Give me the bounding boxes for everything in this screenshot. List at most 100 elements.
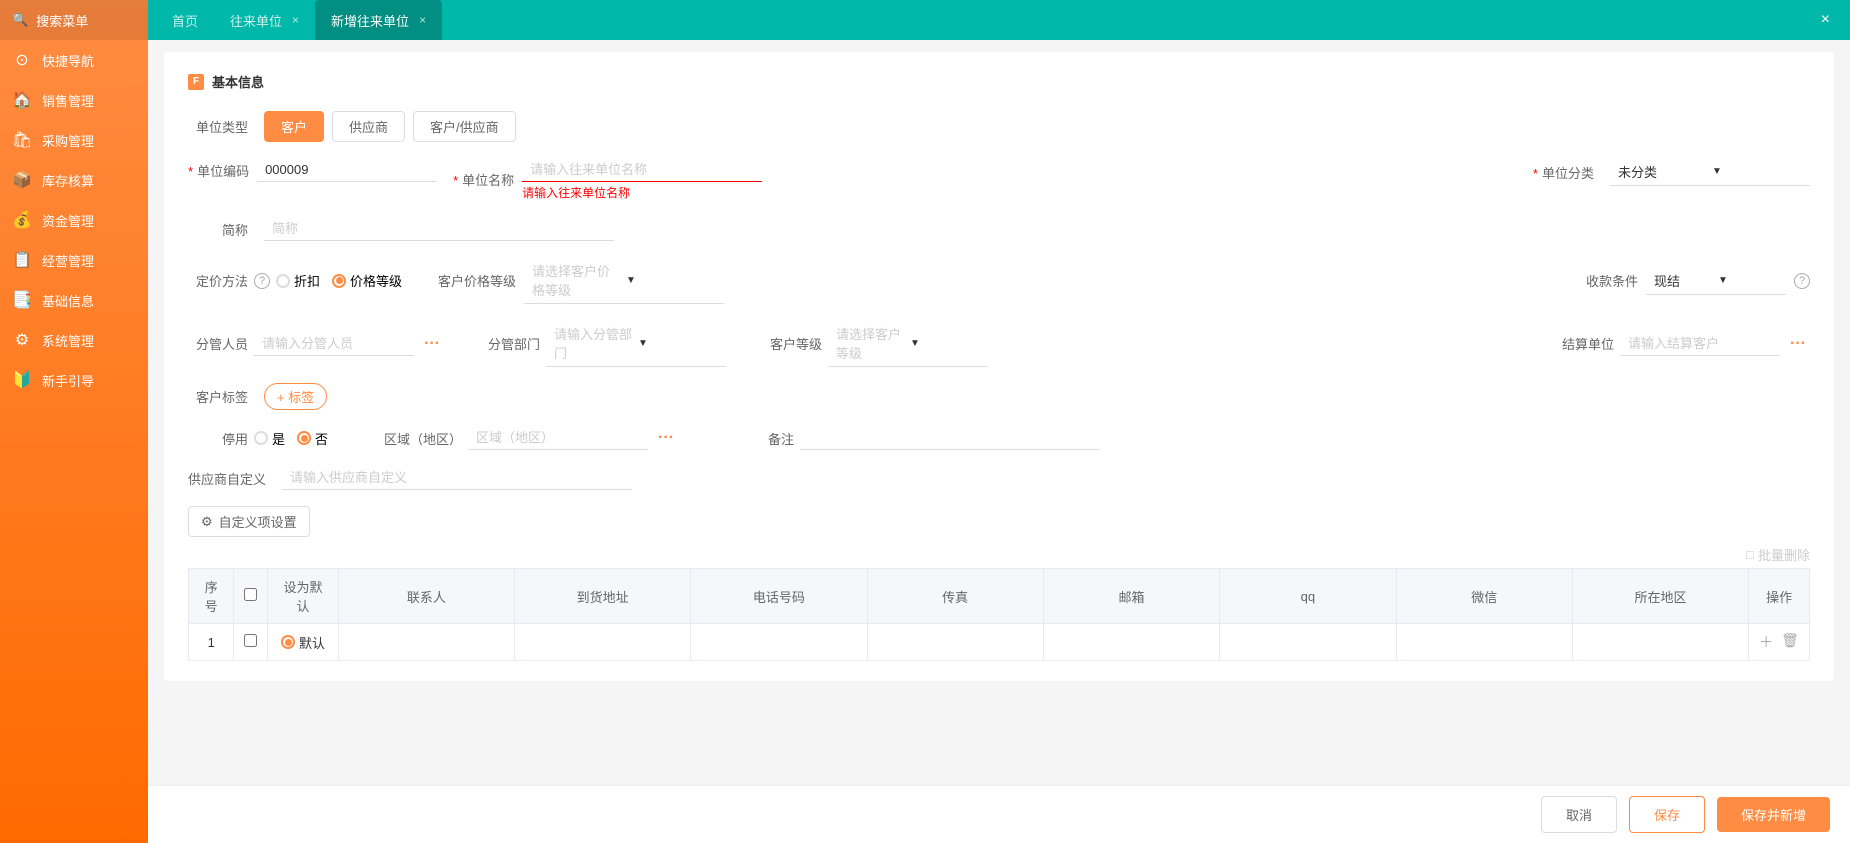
type-btn-customer[interactable]: 客户	[264, 111, 324, 142]
finance-icon: 💰	[12, 210, 32, 230]
sidebar-item-finance[interactable]: 💰 资金管理	[0, 200, 148, 240]
wechat-input[interactable]	[1407, 635, 1562, 650]
sidebar-item-sales[interactable]: 🏠 销售管理	[0, 80, 148, 120]
sidebar-item-inventory[interactable]: 📦 库存核算	[0, 160, 148, 200]
payment-help-icon[interactable]: ?	[1794, 273, 1810, 289]
tab-bar: 首页 往来单位 × 新增往来单位 × ×	[148, 0, 1850, 40]
customer-price-label: 客户价格等级	[438, 271, 516, 290]
unit-type-row: 单位类型 客户 供应商 客户/供应商	[188, 111, 1810, 142]
cell-fax[interactable]	[867, 624, 1043, 661]
customer-price-select[interactable]: 请选择客户价格等级 ▼	[524, 257, 724, 304]
cell-address[interactable]	[514, 624, 690, 661]
select-all-checkbox[interactable]	[244, 588, 257, 601]
save-button[interactable]: 保存	[1629, 796, 1705, 833]
tag-row: 客户标签 + 标签	[188, 383, 1810, 410]
customer-price-placeholder: 请选择客户价格等级	[532, 261, 622, 299]
category-label: 单位分类	[1533, 163, 1594, 182]
sidebar-search[interactable]: 🔍 搜索菜单	[0, 0, 148, 40]
pricing-help-icon[interactable]: ?	[254, 273, 270, 289]
email-input[interactable]	[1054, 635, 1209, 650]
sidebar-item-label: 库存核算	[42, 171, 94, 190]
row-region-input[interactable]	[1583, 635, 1738, 650]
price-level-label: 价格等级	[350, 271, 402, 290]
window-close-button[interactable]: ×	[1809, 11, 1842, 29]
cancel-button[interactable]: 取消	[1541, 796, 1617, 833]
col-checkbox[interactable]	[234, 569, 268, 624]
code-label: 单位编码	[188, 161, 249, 180]
sidebar-item-system[interactable]: ⚙ 系统管理	[0, 320, 148, 360]
settlement-more-icon[interactable]: ···	[1786, 335, 1810, 353]
cell-checkbox[interactable]	[234, 624, 268, 661]
sidebar-item-basic[interactable]: 📑 基础信息	[0, 280, 148, 320]
category-select[interactable]: 未分类 ▼	[1610, 158, 1810, 186]
tab-partners-close[interactable]: ×	[292, 13, 299, 27]
row-checkbox[interactable]	[244, 634, 257, 647]
type-btn-supplier[interactable]: 供应商	[332, 111, 405, 142]
pricing-label: 定价方法	[188, 271, 248, 290]
cell-qq[interactable]	[1220, 624, 1396, 661]
settlement-input[interactable]	[1620, 332, 1780, 356]
manager-input[interactable]	[254, 332, 414, 356]
sidebar-item-label: 新手引导	[42, 371, 94, 390]
code-input[interactable]	[257, 158, 437, 182]
region-label: 区域（地区）	[384, 429, 462, 448]
col-address: 到货地址	[514, 569, 690, 624]
type-btn-both[interactable]: 客户/供应商	[413, 111, 516, 142]
supplier-custom-input[interactable]	[282, 466, 632, 490]
region-more-icon[interactable]: ···	[654, 429, 678, 447]
sidebar-item-purchase[interactable]: 🛍 采购管理	[0, 120, 148, 160]
gear-icon: ⚙	[201, 514, 213, 530]
tab-partners[interactable]: 往来单位 ×	[214, 0, 315, 40]
disable-radio-yes[interactable]: 是	[254, 429, 285, 448]
tab-new-partner-close[interactable]: ×	[419, 13, 426, 27]
manager-more-icon[interactable]: ···	[420, 335, 444, 353]
payment-field: 收款条件 现结 ▼ ?	[1578, 267, 1810, 295]
alias-input[interactable]	[264, 217, 614, 241]
cell-email[interactable]	[1043, 624, 1219, 661]
qq-input[interactable]	[1230, 635, 1385, 650]
dept-label: 分管部门	[480, 334, 540, 353]
phone-input[interactable]	[701, 635, 856, 650]
row-default-radio[interactable]: 默认	[278, 633, 327, 652]
sidebar-item-quick-nav[interactable]: ⊙ 快捷导航	[0, 40, 148, 80]
basic-icon: 📑	[12, 290, 32, 310]
save-new-button[interactable]: 保存并新增	[1717, 797, 1830, 832]
disable-radio-no[interactable]: 否	[297, 429, 328, 448]
pricing-radio-discount[interactable]: 折扣	[276, 271, 320, 290]
region-input[interactable]	[468, 426, 648, 450]
add-tag-button[interactable]: + 标签	[264, 383, 327, 410]
delete-row-button[interactable]: 🗑	[1781, 632, 1799, 652]
system-icon: ⚙	[12, 330, 32, 350]
cell-contact[interactable]	[338, 624, 514, 661]
col-seq: 序号	[189, 569, 234, 624]
cell-wechat[interactable]	[1396, 624, 1572, 661]
alias-row: 简称	[188, 217, 1810, 241]
batch-delete-label[interactable]: 批量删除	[1758, 545, 1810, 564]
sidebar-item-guide[interactable]: 🔰 新手引导	[0, 360, 148, 400]
customer-level-label: 客户等级	[762, 334, 822, 353]
pricing-row: 定价方法 ? 折扣 价格等级	[188, 257, 1810, 304]
custom-settings-label: 自定义项设置	[219, 512, 297, 531]
cell-region[interactable]	[1572, 624, 1748, 661]
sidebar-item-label: 经营管理	[42, 251, 94, 270]
tab-home[interactable]: 首页	[156, 0, 214, 40]
name-input[interactable]	[522, 158, 762, 182]
search-icon: 🔍	[12, 12, 28, 28]
pricing-radio-price-level[interactable]: 价格等级	[332, 271, 402, 290]
cell-phone[interactable]	[691, 624, 867, 661]
contact-input[interactable]	[349, 635, 504, 650]
dept-select[interactable]: 请输入分管部门 ▼	[546, 320, 726, 367]
tab-new-partner[interactable]: 新增往来单位 ×	[315, 0, 442, 40]
add-row-button[interactable]: ＋	[1759, 632, 1773, 652]
payment-select[interactable]: 现结 ▼	[1646, 267, 1786, 295]
fax-input[interactable]	[878, 635, 1033, 650]
custom-settings-button[interactable]: ⚙ 自定义项设置	[188, 506, 310, 537]
manager-label: 分管人员	[188, 334, 248, 353]
sidebar-item-label: 快捷导航	[42, 51, 94, 70]
customer-level-placeholder: 请选择客户等级	[836, 324, 906, 362]
address-input[interactable]	[525, 635, 680, 650]
customer-level-select[interactable]: 请选择客户等级 ▼	[828, 320, 988, 367]
note-input[interactable]	[800, 426, 1100, 450]
sidebar-item-operation[interactable]: 📋 经营管理	[0, 240, 148, 280]
disable-label: 停用	[188, 429, 248, 448]
